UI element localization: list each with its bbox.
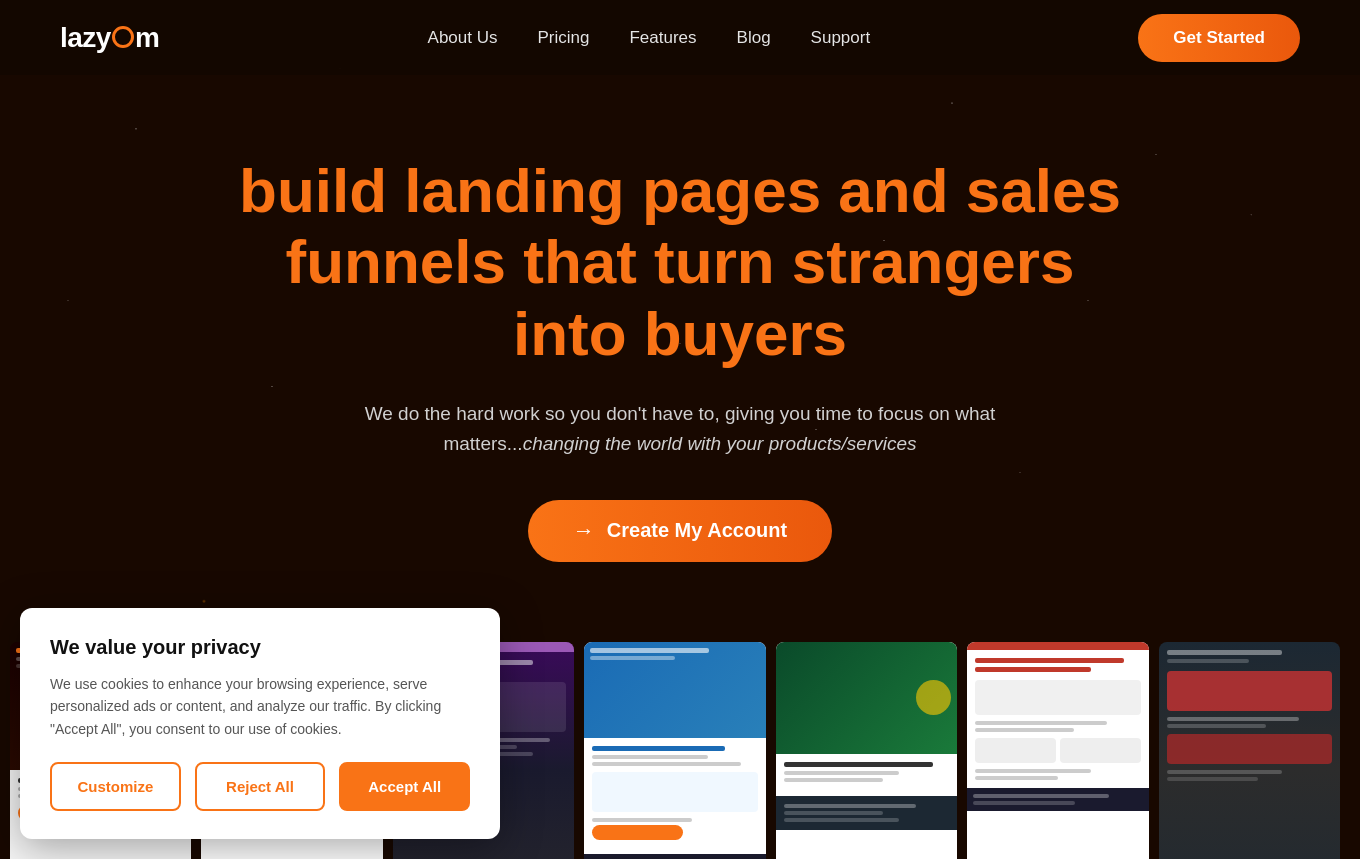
accept-all-button[interactable]: Accept All <box>339 762 470 811</box>
logo[interactable]: lazym <box>60 22 159 54</box>
thumbnail-7[interactable] <box>1159 642 1340 859</box>
logo-o-icon <box>112 26 134 48</box>
hero-section: build landing pages and sales funnels th… <box>0 75 1360 612</box>
cookie-body: We use cookies to enhance your browsing … <box>50 673 470 740</box>
thumbnail-6[interactable] <box>967 642 1148 859</box>
nav-links: About Us Pricing Features Blog Support <box>428 28 871 48</box>
customize-button[interactable]: Customize <box>50 762 181 811</box>
hero-title: build landing pages and sales funnels th… <box>230 155 1130 369</box>
create-account-button[interactable]: → Create My Account <box>528 500 832 562</box>
hero-subtitle: We do the hard work so you don't have to… <box>290 399 1070 460</box>
arrow-icon: → <box>573 518 595 544</box>
cookie-title: We value your privacy <box>50 636 470 659</box>
nav-about[interactable]: About Us <box>428 28 498 48</box>
hero-subtitle-italic: changing the world with your products/se… <box>523 433 917 454</box>
thumbnail-5[interactable] <box>776 642 957 859</box>
cta-label: Create My Account <box>607 519 787 542</box>
navbar: lazym About Us Pricing Features Blog Sup… <box>0 0 1360 75</box>
thumbnail-4[interactable] <box>584 642 765 859</box>
get-started-button[interactable]: Get Started <box>1138 14 1300 62</box>
logo-text: lazym <box>60 22 159 54</box>
nav-support[interactable]: Support <box>811 28 871 48</box>
nav-pricing[interactable]: Pricing <box>538 28 590 48</box>
nav-features[interactable]: Features <box>629 28 696 48</box>
cookie-buttons: Customize Reject All Accept All <box>50 762 470 811</box>
nav-blog[interactable]: Blog <box>737 28 771 48</box>
cookie-banner: We value your privacy We use cookies to … <box>20 608 500 839</box>
reject-all-button[interactable]: Reject All <box>195 762 326 811</box>
